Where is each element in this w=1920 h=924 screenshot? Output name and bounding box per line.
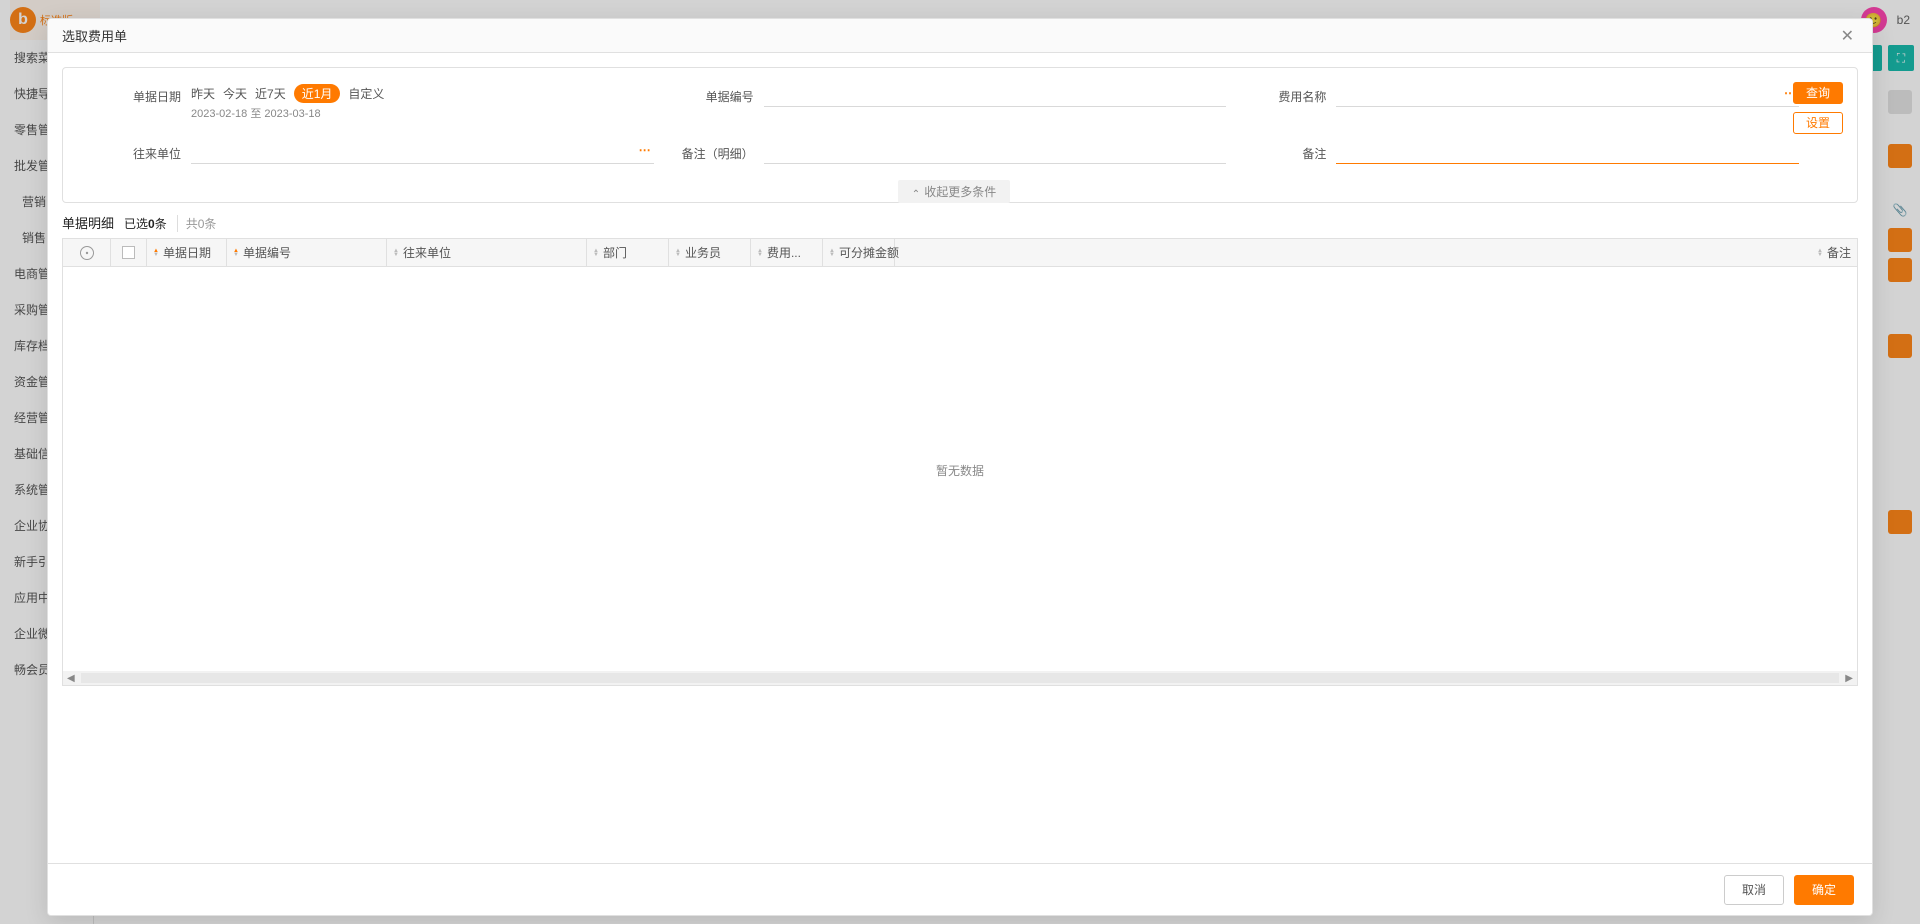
collapse-label: 收起更多条件 [924,183,996,200]
scroll-right-icon[interactable]: ▶ [1841,673,1857,684]
bill-no-label: 单据编号 [682,84,754,105]
date-range-text: 2023-02-18 至 2023-03-18 [191,105,654,121]
select-fee-bill-modal: 选取费用单 ✕ 查询 设置 单据日期 [47,18,1873,916]
fee-name-label: 费用名称 [1254,84,1326,105]
select-all-checkbox[interactable] [111,239,147,266]
date-preset-group: 昨天 今天 近7天 近1月 自定义 [191,84,654,103]
preset-last1m[interactable]: 近1月 [294,84,341,103]
sort-icon [829,249,835,257]
remark-detail-label: 备注（明细） [682,141,754,162]
chevron-up-icon [912,184,920,198]
th-party[interactable]: 往来单位 [387,239,587,266]
remark-input[interactable] [1336,141,1799,164]
selected-count: 已选0条 [124,215,167,232]
scroll-left-icon[interactable]: ◀ [63,673,79,684]
bill-no-input[interactable] [764,84,1227,107]
query-button[interactable]: 查询 [1793,82,1843,104]
th-bill-date[interactable]: 单据日期 [147,239,227,266]
preset-yesterday[interactable]: 昨天 [191,85,215,102]
party-label: 往来单位 [109,141,181,162]
preset-custom[interactable]: 自定义 [348,85,384,102]
ok-button[interactable]: 确定 [1794,875,1854,905]
sort-icon [675,249,681,257]
sort-icon [1817,249,1823,257]
cancel-button[interactable]: 取消 [1724,875,1784,905]
sort-icon [393,249,399,257]
empty-state: 暂无数据 [63,462,1857,479]
sort-icon [153,249,159,257]
gear-icon [80,246,94,260]
bill-table: 单据日期 单据编号 往来单位 部门 [62,238,1858,686]
close-icon[interactable]: ✕ [1837,22,1858,50]
party-picker-icon[interactable]: ⋯ [639,143,652,157]
th-sales[interactable]: 业务员 [669,239,751,266]
modal-title: 选取费用单 [62,26,1837,45]
th-dept[interactable]: 部门 [587,239,669,266]
section-title: 单据明细 [62,213,114,232]
preset-last7[interactable]: 近7天 [255,85,286,102]
remark-detail-input[interactable] [764,141,1227,164]
th-fee[interactable]: 费用... [751,239,823,266]
setting-button[interactable]: 设置 [1793,112,1843,134]
remark-label: 备注 [1254,141,1326,162]
sort-icon [593,249,599,257]
filter-card: 查询 设置 单据日期 昨天 今天 近7天 [62,67,1858,203]
bill-date-label: 单据日期 [109,84,181,105]
sort-icon [757,249,763,257]
party-input[interactable] [191,141,654,164]
collapse-filters-button[interactable]: 收起更多条件 [898,180,1010,203]
horizontal-scrollbar[interactable]: ◀ ▶ [63,671,1857,685]
fee-name-picker-icon[interactable]: ⋯ [1784,86,1797,100]
checkbox-icon [122,246,135,259]
th-amount[interactable]: 可分摊金额 [823,239,895,266]
sort-icon [233,249,239,257]
fee-name-input[interactable] [1336,84,1799,107]
th-bill-no[interactable]: 单据编号 [227,239,387,266]
preset-today[interactable]: 今天 [223,85,247,102]
th-remark[interactable]: 备注 [895,239,1857,266]
column-settings-button[interactable] [63,239,111,266]
modal-overlay: 选取费用单 ✕ 查询 设置 单据日期 [0,0,1920,924]
total-count: 共0条 [177,215,217,232]
